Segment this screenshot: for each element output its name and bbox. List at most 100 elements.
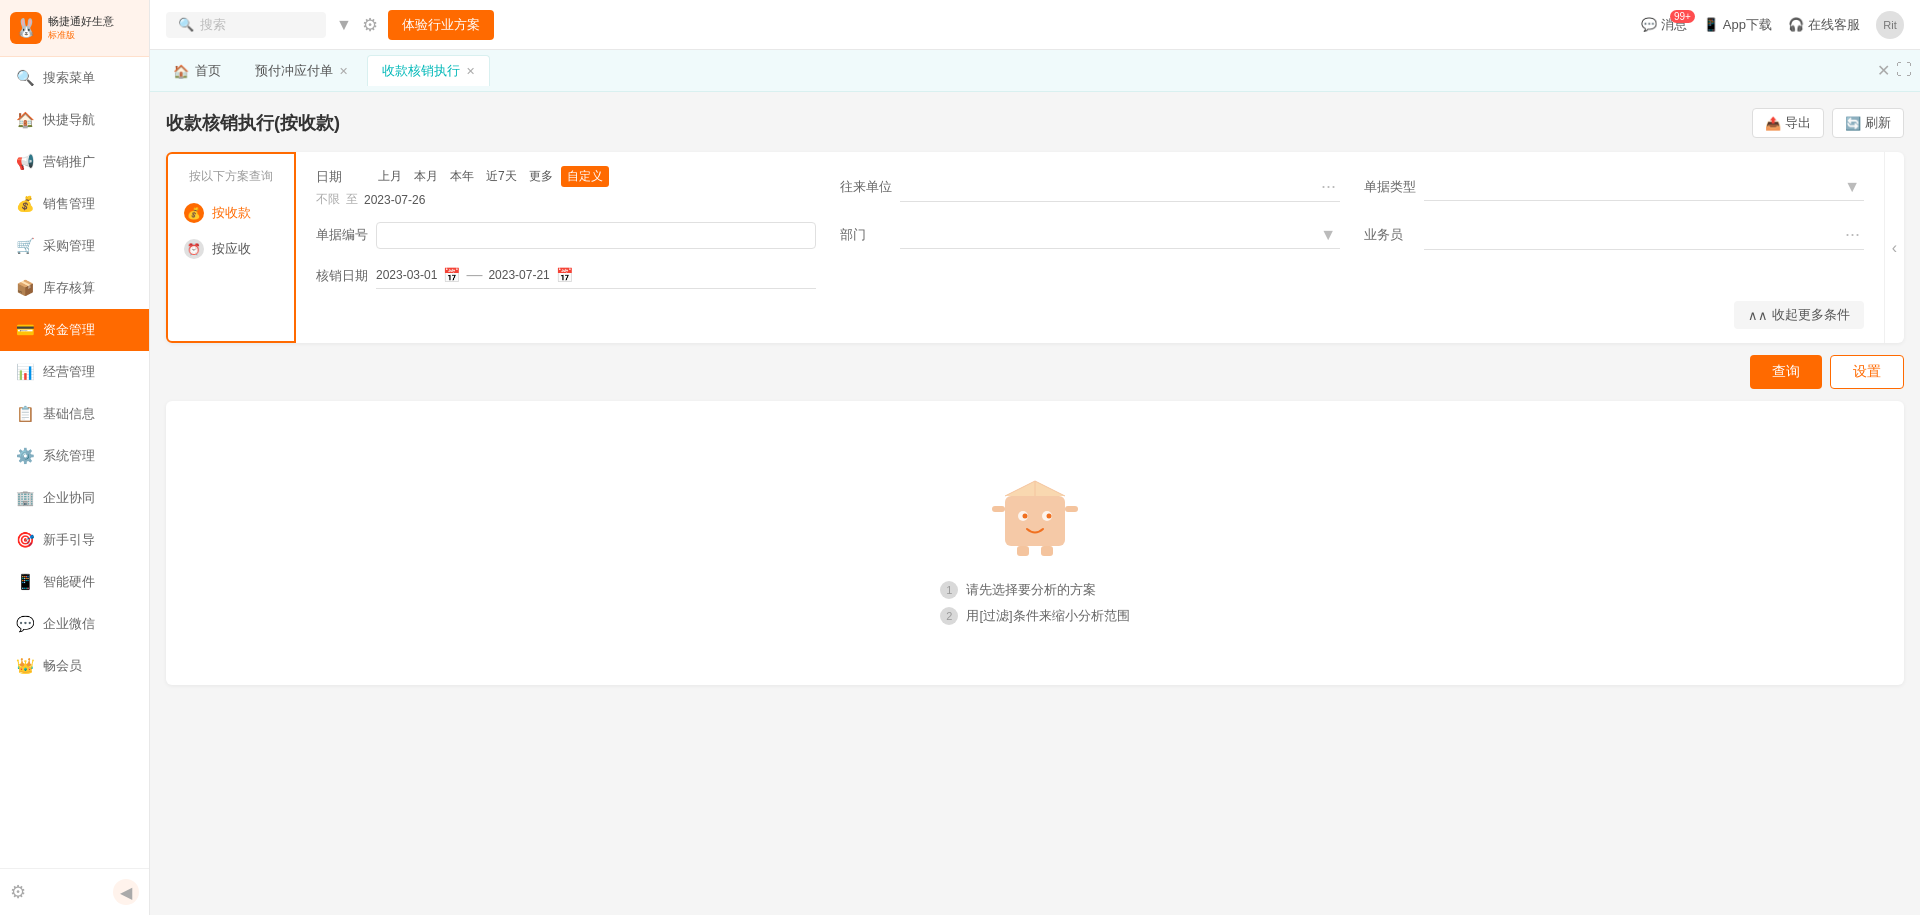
date-btn-7days[interactable]: 近7天 (482, 166, 521, 187)
empty-illustration (985, 461, 1085, 561)
svg-rect-0 (1005, 496, 1065, 546)
sidebar-item-label: 基础信息 (43, 405, 95, 423)
content-inner: 收款核销执行(按收款) 📤 导出 🔄 刷新 按以下方案查询 (166, 108, 1904, 685)
sidebar-item-system[interactable]: ⚙️系统管理 (0, 435, 149, 477)
enterprise-icon: 🏢 (16, 489, 35, 507)
sidebar-item-guide[interactable]: 🎯新手引导 (0, 519, 149, 561)
date-btn-last-month[interactable]: 上月 (374, 166, 406, 187)
topbar-gear-icon[interactable]: ⚙ (362, 14, 378, 36)
staff-filter-group: 业务员 ··· (1364, 220, 1864, 250)
bill-no-filter-group: 单据编号 (316, 220, 816, 250)
filter-receipt-icon: 💰 (184, 203, 204, 223)
bill-no-input[interactable] (376, 222, 816, 249)
export-label: 导出 (1785, 114, 1811, 132)
sidebar-settings-icon[interactable]: ⚙ (10, 881, 26, 903)
topbar: 🔍 搜索 ▼ ⚙ 体验行业方案 💬 消息 99+ 📱 App下载 🎧 在线客服 (150, 0, 1920, 50)
inventory-icon: 📦 (16, 279, 35, 297)
filter-area: 按以下方案查询 💰 按收款 ⏰ 按应收 (166, 152, 1904, 343)
tab-expand-icon[interactable]: ⛶ (1896, 61, 1912, 80)
filter-option-by-receivable[interactable]: ⏰ 按应收 (168, 231, 294, 267)
sales-icon: 💰 (16, 195, 35, 213)
bill-type-select-area[interactable]: ▼ (1424, 174, 1864, 201)
tab-prepay[interactable]: 预付冲应付单 ✕ (240, 55, 363, 86)
export-button[interactable]: 📤 导出 (1752, 108, 1824, 138)
sidebar-item-funds[interactable]: 💳资金管理 (0, 309, 149, 351)
export-icon: 📤 (1765, 116, 1781, 131)
app-icon: 📱 (1703, 17, 1719, 32)
tabbar: 🏠 首页 预付冲应付单 ✕ 收款核销执行 ✕ ✕ ⛶ (150, 50, 1920, 92)
sidebar-item-member[interactable]: 👑畅会员 (0, 645, 149, 687)
date-btn-more[interactable]: 更多 (525, 166, 557, 187)
partner-input-area[interactable]: ··· (900, 172, 1340, 202)
sidebar-item-sales[interactable]: 💰 销售管理 (0, 183, 149, 225)
sidebar-item-label: 营销推广 (43, 153, 95, 171)
online-service-button[interactable]: 🎧 在线客服 (1788, 16, 1860, 34)
date-btn-this-year[interactable]: 本年 (446, 166, 478, 187)
sidebar-item-quick-nav[interactable]: 🏠快捷导航 (0, 99, 149, 141)
partner-dots-icon[interactable]: ··· (1317, 176, 1340, 197)
writeoff-date-label: 核销日期 (316, 267, 368, 285)
search-icon: 🔍 (16, 69, 35, 87)
tab-receivable-close-icon[interactable]: ✕ (466, 65, 475, 78)
staff-input-area[interactable]: ··· (1424, 220, 1864, 250)
refresh-label: 刷新 (1865, 114, 1891, 132)
sidebar-item-enterprise[interactable]: 🏢企业协同 (0, 477, 149, 519)
dept-select-area[interactable]: ▼ (900, 222, 1340, 249)
sidebar-item-basic[interactable]: 📋基础信息 (0, 393, 149, 435)
date-range-to: 至 (346, 191, 358, 208)
query-button[interactable]: 查询 (1750, 355, 1822, 389)
date-label: 日期 (316, 168, 368, 186)
filter-sidebar-collapse-button[interactable]: ‹ (1884, 152, 1904, 343)
refresh-icon: 🔄 (1845, 116, 1861, 131)
system-icon: ⚙️ (16, 447, 35, 465)
settings-button[interactable]: 设置 (1830, 355, 1904, 389)
collapse-more-label: 收起更多条件 (1772, 306, 1850, 324)
sidebar-item-search[interactable]: 🔍搜索菜单 (0, 57, 149, 99)
tab-close-all-icon[interactable]: ✕ (1877, 61, 1890, 80)
writeoff-end-cal-icon[interactable]: 📅 (556, 267, 573, 283)
date-range-end-value: 2023-07-26 (364, 193, 425, 207)
messages-button[interactable]: 💬 消息 99+ (1641, 16, 1687, 34)
bill-type-chevron-icon[interactable]: ▼ (1840, 178, 1864, 196)
writeoff-date-filter-group: 核销日期 2023-03-01 📅 — 2023-07-21 📅 (316, 262, 816, 289)
filter-receivable-icon: ⏰ (184, 239, 204, 259)
filter-option-by-receipt[interactable]: 💰 按收款 (168, 195, 294, 231)
page-title: 收款核销执行(按收款) (166, 111, 340, 135)
tip-text-2: 用[过滤]条件来缩小分析范围 (966, 607, 1129, 625)
staff-label: 业务员 (1364, 226, 1416, 244)
topbar-search-area[interactable]: 🔍 搜索 (166, 12, 326, 38)
dept-chevron-icon[interactable]: ▼ (1316, 226, 1340, 244)
sidebar-item-operation[interactable]: 📊经营管理 (0, 351, 149, 393)
guide-icon: 🎯 (16, 531, 35, 549)
page-actions: 📤 导出 🔄 刷新 (1752, 108, 1904, 138)
industry-button[interactable]: 体验行业方案 (388, 10, 494, 40)
sidebar-item-marketing[interactable]: 📢营销推广 (0, 141, 149, 183)
user-avatar[interactable]: Rit (1876, 11, 1904, 39)
tab-prepay-close-icon[interactable]: ✕ (339, 65, 348, 78)
writeoff-separator: — (466, 266, 482, 284)
sidebar-item-label: 销售管理 (43, 195, 95, 213)
writeoff-start-value: 2023-03-01 (376, 268, 437, 282)
main-area: 🔍 搜索 ▼ ⚙ 体验行业方案 💬 消息 99+ 📱 App下载 🎧 在线客服 (150, 0, 1920, 915)
sidebar-item-inventory[interactable]: 📦库存核算 (0, 267, 149, 309)
sidebar-item-purchase[interactable]: 🛒采购管理 (0, 225, 149, 267)
app-download-button[interactable]: 📱 App下载 (1703, 16, 1772, 34)
filter-sidebar-title: 按以下方案查询 (168, 168, 294, 195)
sidebar-item-wechat[interactable]: 💬企业微信 (0, 603, 149, 645)
sidebar-item-hardware[interactable]: 📱智能硬件 (0, 561, 149, 603)
staff-dots-icon[interactable]: ··· (1841, 224, 1864, 245)
wechat-icon: 💬 (16, 615, 35, 633)
search-icon: 🔍 (178, 17, 194, 32)
tab-receivable[interactable]: 收款核销执行 ✕ (367, 55, 490, 86)
refresh-button[interactable]: 🔄 刷新 (1832, 108, 1904, 138)
tab-home[interactable]: 🏠 首页 (158, 55, 236, 86)
date-btn-custom[interactable]: 自定义 (561, 166, 609, 187)
writeoff-start-cal-icon[interactable]: 📅 (443, 267, 460, 283)
sidebar: 🐰 畅捷通好生意 标准版 🔍搜索菜单🏠快捷导航📢营销推广💰销售管理🛒采购管理📦库… (0, 0, 150, 915)
tab-home-label: 首页 (195, 62, 221, 80)
topbar-right: 💬 消息 99+ 📱 App下载 🎧 在线客服 Rit (1641, 11, 1904, 39)
date-btn-this-month[interactable]: 本月 (410, 166, 442, 187)
sidebar-collapse-button[interactable]: ◀ (113, 879, 139, 905)
date-range-nolimit: 不限 (316, 191, 340, 208)
collapse-more-button[interactable]: ∧∧ 收起更多条件 (1734, 301, 1864, 329)
